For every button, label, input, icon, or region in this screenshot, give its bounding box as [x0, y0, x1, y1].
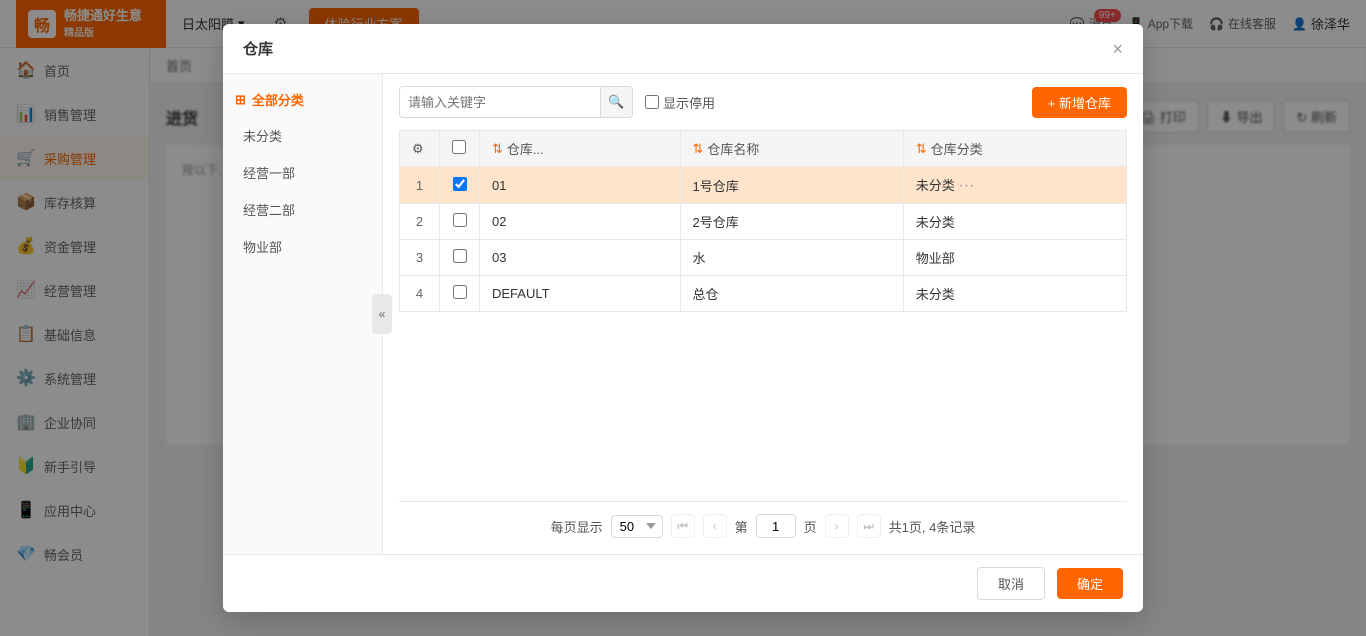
row-category-0: 未分类 ···	[903, 167, 1126, 204]
total-info: 共1页, 4条记录	[889, 517, 976, 536]
pagination-bar: 每页显示 10 20 50 100 ⏮ ‹ 第 页	[399, 501, 1127, 542]
row-code-0: 01	[480, 167, 681, 204]
confirm-button[interactable]: 确定	[1057, 568, 1123, 599]
sort-icon-name: ⇅	[693, 141, 704, 157]
table-panel: 🔍 显示停用 + 新增仓库	[383, 74, 1143, 554]
row-name-2: 水	[680, 240, 903, 276]
sort-icon-code: ⇅	[492, 141, 503, 157]
category-item-ops2[interactable]: 经营二部	[223, 191, 382, 228]
add-warehouse-button[interactable]: + 新增仓库	[1032, 87, 1127, 118]
row-num-1: 2	[400, 204, 440, 240]
row-num: 3	[416, 250, 423, 265]
th-category: ⇅ 仓库分类	[903, 131, 1126, 167]
table-body: 1 01 1号仓库 未分类 ··· 2 02 2号仓库 未分类 3	[400, 167, 1127, 312]
row-num-3: 4	[400, 276, 440, 312]
collapse-panel-button[interactable]: «	[372, 294, 392, 334]
row-category-2: 物业部	[903, 240, 1126, 276]
th-code: ⇅ 仓库...	[480, 131, 681, 167]
row-num-0: 1	[400, 167, 440, 204]
next-page-button[interactable]: ›	[825, 514, 849, 538]
table-row[interactable]: 3 03 水 物业部	[400, 240, 1127, 276]
row-num: 2	[416, 214, 423, 229]
th-name: ⇅ 仓库名称	[680, 131, 903, 167]
row-name-0: 1号仓库	[680, 167, 903, 204]
search-icon-button[interactable]: 🔍	[600, 86, 632, 118]
content-area: 首页 进货 🖨 打印 ⬇ 导出 ↻ 刷新 按以下...	[150, 48, 1366, 636]
table-toolbar: 🔍 显示停用 + 新增仓库	[399, 86, 1127, 118]
search-field-wrap: 🔍	[399, 86, 633, 118]
row-cb-0	[440, 167, 480, 204]
row-category-1: 未分类	[903, 204, 1126, 240]
row-name-3: 总仓	[680, 276, 903, 312]
page-size-label: 每页显示	[551, 517, 603, 536]
page-number-input[interactable]	[756, 514, 796, 538]
row-num: 4	[416, 286, 423, 301]
th-name-label: 仓库名称	[707, 139, 759, 158]
row-cb-3	[440, 276, 480, 312]
search-input[interactable]	[400, 87, 600, 117]
show-disabled-checkbox[interactable]	[645, 95, 659, 109]
row-cb-1	[440, 204, 480, 240]
sort-icon-category: ⇅	[916, 141, 927, 157]
modal-body: ⊞ 全部分类 未分类 经营一部 经营二部 物业部 «	[223, 74, 1143, 554]
row-code-3: DEFAULT	[480, 276, 681, 312]
modal-footer: 取消 确定	[223, 554, 1143, 612]
warehouse-table: ⚙ ⇅ 仓库...	[399, 130, 1127, 312]
page-ye-label: 页	[804, 517, 817, 536]
row-cb-2	[440, 240, 480, 276]
category-panel: ⊞ 全部分类 未分类 经营一部 经营二部 物业部 «	[223, 74, 383, 554]
show-disabled-wrap: 显示停用	[645, 93, 715, 112]
modal-close-button[interactable]: ×	[1112, 48, 1123, 58]
prev-page-button[interactable]: ‹	[703, 514, 727, 538]
last-page-button[interactable]: ⏭	[857, 514, 881, 538]
cancel-button[interactable]: 取消	[977, 567, 1045, 600]
modal-title: 仓库	[243, 48, 273, 59]
row-num-2: 3	[400, 240, 440, 276]
modal-overlay: 仓库 × ⊞ 全部分类 未分类 经营一部 经营二部 物业部	[150, 48, 1366, 636]
row-category-3: 未分类	[903, 276, 1126, 312]
th-settings: ⚙	[400, 131, 440, 167]
row-checkbox-2[interactable]	[453, 249, 467, 263]
row-checkbox-3[interactable]	[453, 285, 467, 299]
row-checkbox-1[interactable]	[453, 213, 467, 227]
page-size-select[interactable]: 10 20 50 100	[611, 515, 663, 538]
modal-header: 仓库 ×	[223, 48, 1143, 74]
row-code-1: 02	[480, 204, 681, 240]
row-name-1: 2号仓库	[680, 204, 903, 240]
table-header-row: ⚙ ⇅ 仓库...	[400, 131, 1127, 167]
table-row[interactable]: 2 02 2号仓库 未分类	[400, 204, 1127, 240]
category-all-label: 全部分类	[252, 90, 304, 109]
grid-icon: ⊞	[235, 92, 246, 108]
show-disabled-label: 显示停用	[663, 93, 715, 112]
category-all-header[interactable]: ⊞ 全部分类	[223, 82, 382, 117]
table-scroll-area: ⚙ ⇅ 仓库...	[399, 130, 1127, 493]
th-category-label: 仓库分类	[931, 139, 983, 158]
page-di-label: 第	[735, 517, 748, 536]
table-row[interactable]: 4 DEFAULT 总仓 未分类	[400, 276, 1127, 312]
row-checkbox-0[interactable]	[453, 177, 467, 191]
category-item-property[interactable]: 物业部	[223, 228, 382, 265]
row-num: 1	[416, 178, 423, 193]
th-code-label: 仓库...	[507, 139, 544, 158]
th-checkbox	[440, 131, 480, 167]
row-code-2: 03	[480, 240, 681, 276]
table-row[interactable]: 1 01 1号仓库 未分类 ···	[400, 167, 1127, 204]
row-more-button[interactable]: ···	[958, 177, 974, 194]
settings-col-icon: ⚙	[412, 141, 424, 156]
select-all-checkbox[interactable]	[452, 140, 466, 154]
category-item-ops1[interactable]: 经营一部	[223, 154, 382, 191]
category-item-uncat[interactable]: 未分类	[223, 117, 382, 154]
warehouse-modal: 仓库 × ⊞ 全部分类 未分类 经营一部 经营二部 物业部	[223, 48, 1143, 612]
first-page-button[interactable]: ⏮	[671, 514, 695, 538]
